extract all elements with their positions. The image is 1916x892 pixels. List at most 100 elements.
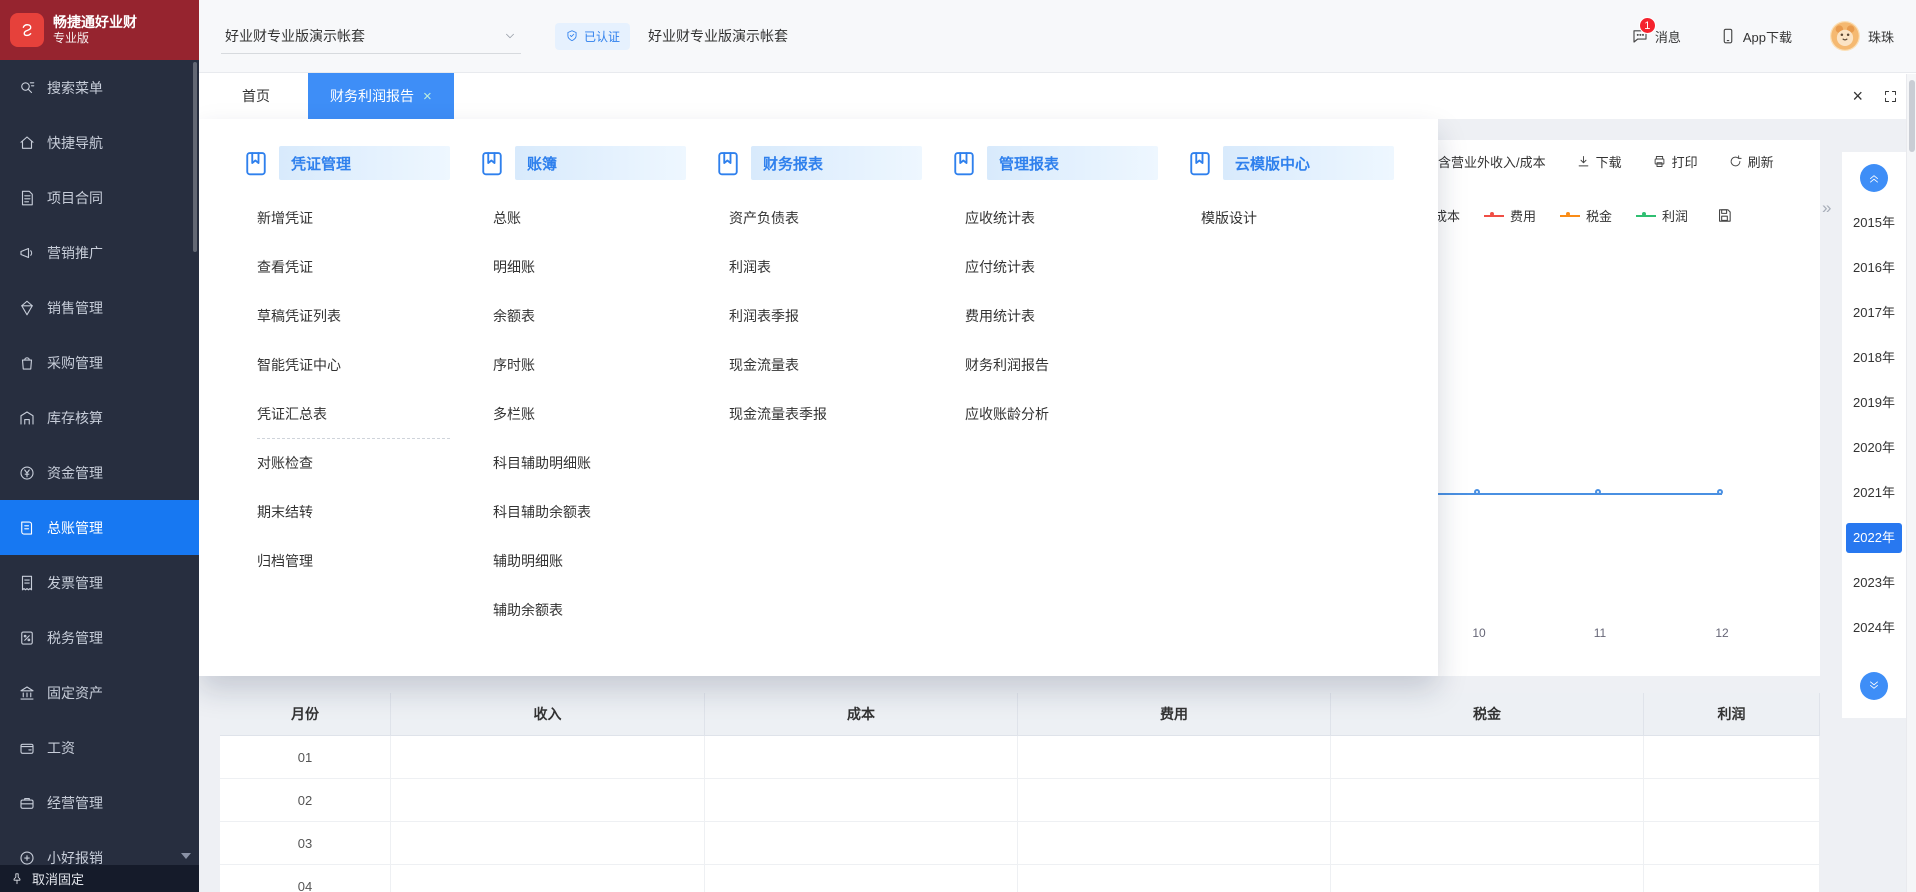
year-option[interactable]: 2015年: [1846, 208, 1902, 238]
notebook-icon: [482, 152, 502, 176]
menu-column-management-reports: 管理报表 应收统计表 应付统计表 费用统计表 财务利润报告 应收账龄分析: [949, 144, 1158, 676]
menu-item[interactable]: 应收账龄分析: [965, 390, 1158, 439]
app-download-button[interactable]: App下载: [1719, 27, 1792, 46]
print-button[interactable]: 打印: [1652, 152, 1698, 171]
include-nonoperating-option[interactable]: 含营业外收入/成本: [1438, 152, 1546, 171]
menu-item[interactable]: 多栏账: [493, 390, 686, 439]
unpin-sidebar-button[interactable]: 取消固定: [0, 865, 199, 892]
sidebar-item-marketing[interactable]: 营销推广: [0, 225, 199, 280]
user-menu[interactable]: 珠珠: [1829, 21, 1894, 51]
menu-item[interactable]: 序时账: [493, 341, 686, 390]
sidebar-item-project-contract[interactable]: 项目合同: [0, 170, 199, 225]
menu-item[interactable]: 智能凭证中心: [257, 341, 450, 390]
year-panel: 2015年 2016年 2017年 2018年 2019年 2020年 2021…: [1842, 152, 1906, 718]
ledger-book-icon: [21, 520, 33, 535]
sidebar-item-salary[interactable]: 工资: [0, 720, 199, 775]
sidebar-item-quick-nav[interactable]: 快捷导航: [0, 115, 199, 170]
refresh-button[interactable]: 刷新: [1728, 152, 1774, 171]
menu-item[interactable]: 现金流量表季报: [729, 390, 922, 439]
menu-item[interactable]: 科目辅助明细账: [493, 439, 686, 488]
menu-column-title: 账簿: [515, 146, 686, 180]
sidebar-item-sales[interactable]: 销售管理: [0, 280, 199, 335]
verified-badge: 已认证: [555, 22, 631, 50]
menu-item[interactable]: 科目辅助余额表: [493, 488, 686, 537]
app-title: 畅捷通好业财: [53, 13, 137, 30]
page-scrollbar-thumb[interactable]: [1909, 80, 1915, 152]
menu-item[interactable]: 资产负债表: [729, 194, 922, 243]
messages-count-badge: 1: [1638, 16, 1656, 34]
notebook-icon: [1190, 152, 1210, 176]
table-cell: [1644, 779, 1820, 822]
menu-item[interactable]: 归档管理: [257, 537, 450, 586]
menu-item[interactable]: 余额表: [493, 292, 686, 341]
menu-item[interactable]: 利润表: [729, 243, 922, 292]
chart-point-oct[interactable]: [1474, 489, 1480, 495]
download-button[interactable]: 下载: [1576, 152, 1622, 171]
messages-button[interactable]: 1 消息: [1631, 16, 1681, 46]
menu-item[interactable]: 新增凭证: [257, 194, 450, 243]
menu-item[interactable]: 模版设计: [1201, 194, 1394, 243]
tab-finance-profit-report[interactable]: 财务利润报告 ×: [308, 73, 454, 119]
year-option[interactable]: 2024年: [1846, 613, 1902, 643]
receipt-icon: [21, 575, 33, 590]
menu-item[interactable]: 草稿凭证列表: [257, 292, 450, 341]
tab-home[interactable]: 首页: [220, 73, 292, 119]
menu-item[interactable]: 辅助余额表: [493, 586, 686, 635]
page-scrollbar[interactable]: [1906, 74, 1916, 892]
table-cell: [1331, 865, 1644, 892]
col-header-cost: 成本: [705, 693, 1018, 736]
legend-expense[interactable]: 费用: [1484, 206, 1536, 225]
monthly-table-card: 月份 收入 成本 费用 税金 利润 01 02 03 04: [220, 693, 1820, 892]
legend-tax[interactable]: 税金: [1560, 206, 1612, 225]
year-option[interactable]: 2023年: [1846, 568, 1902, 598]
menu-item[interactable]: 费用统计表: [965, 292, 1158, 341]
menu-item[interactable]: 辅助明细账: [493, 537, 686, 586]
menu-item[interactable]: 期末结转: [257, 488, 450, 537]
notebook-icon: [718, 152, 738, 176]
monthly-table: 月份 收入 成本 费用 税金 利润 01 02 03 04: [220, 693, 1820, 892]
menu-item[interactable]: 应收统计表: [965, 194, 1158, 243]
sidebar-item-search-menu[interactable]: 搜索菜单: [0, 60, 199, 115]
sidebar-item-invoice[interactable]: 发票管理: [0, 555, 199, 610]
year-option[interactable]: 2017年: [1846, 298, 1902, 328]
menu-item[interactable]: 对账检查: [257, 439, 450, 488]
close-all-tabs-icon[interactable]: ×: [1852, 87, 1863, 105]
collapse-year-panel-icon[interactable]: »: [1822, 198, 1831, 218]
menu-item[interactable]: 现金流量表: [729, 341, 922, 390]
sidebar-item-tax[interactable]: 税务管理: [0, 610, 199, 665]
fullscreen-icon[interactable]: [1883, 89, 1898, 104]
year-option[interactable]: 2016年: [1846, 253, 1902, 283]
sidebar-item-fixed-assets[interactable]: 固定资产: [0, 665, 199, 720]
sidebar-item-purchase[interactable]: 采购管理: [0, 335, 199, 390]
legend-profit[interactable]: 利润: [1636, 206, 1688, 225]
year-option[interactable]: 2021年: [1846, 478, 1902, 508]
year-option[interactable]: 2019年: [1846, 388, 1902, 418]
chart-point-dec[interactable]: [1717, 489, 1723, 495]
menu-item[interactable]: 查看凭证: [257, 243, 450, 292]
save-chart-button[interactable]: [1716, 207, 1733, 224]
sidebar-item-funds[interactable]: 资金管理: [0, 445, 199, 500]
menu-item[interactable]: 总账: [493, 194, 686, 243]
menu-item[interactable]: 明细账: [493, 243, 686, 292]
account-select[interactable]: 好业财专业版演示帐套: [221, 19, 521, 54]
year-scroll-down-button[interactable]: [1860, 672, 1888, 700]
menu-item[interactable]: 财务利润报告: [965, 341, 1158, 390]
col-header-income: 收入: [391, 693, 705, 736]
year-option-selected[interactable]: 2022年: [1846, 523, 1902, 553]
sidebar-scroll-down-icon[interactable]: [181, 853, 191, 859]
sidebar-item-inventory[interactable]: 库存核算: [0, 390, 199, 445]
menu-item[interactable]: 凭证汇总表: [257, 390, 450, 439]
menu-column-cloud-templates: 云模版中心 模版设计: [1185, 144, 1394, 676]
menu-item[interactable]: 应付统计表: [965, 243, 1158, 292]
chart-point-nov[interactable]: [1595, 489, 1601, 495]
x-axis-label: 10: [1472, 626, 1486, 640]
sidebar-scrollbar[interactable]: [193, 62, 197, 252]
table-cell: [1644, 822, 1820, 865]
tab-close-icon[interactable]: ×: [423, 88, 432, 105]
sidebar-item-general-ledger[interactable]: 总账管理: [0, 500, 199, 555]
menu-item[interactable]: 利润表季报: [729, 292, 922, 341]
sidebar-item-business[interactable]: 经营管理: [0, 775, 199, 830]
year-option[interactable]: 2020年: [1846, 433, 1902, 463]
year-scroll-up-button[interactable]: [1860, 164, 1888, 192]
year-option[interactable]: 2018年: [1846, 343, 1902, 373]
